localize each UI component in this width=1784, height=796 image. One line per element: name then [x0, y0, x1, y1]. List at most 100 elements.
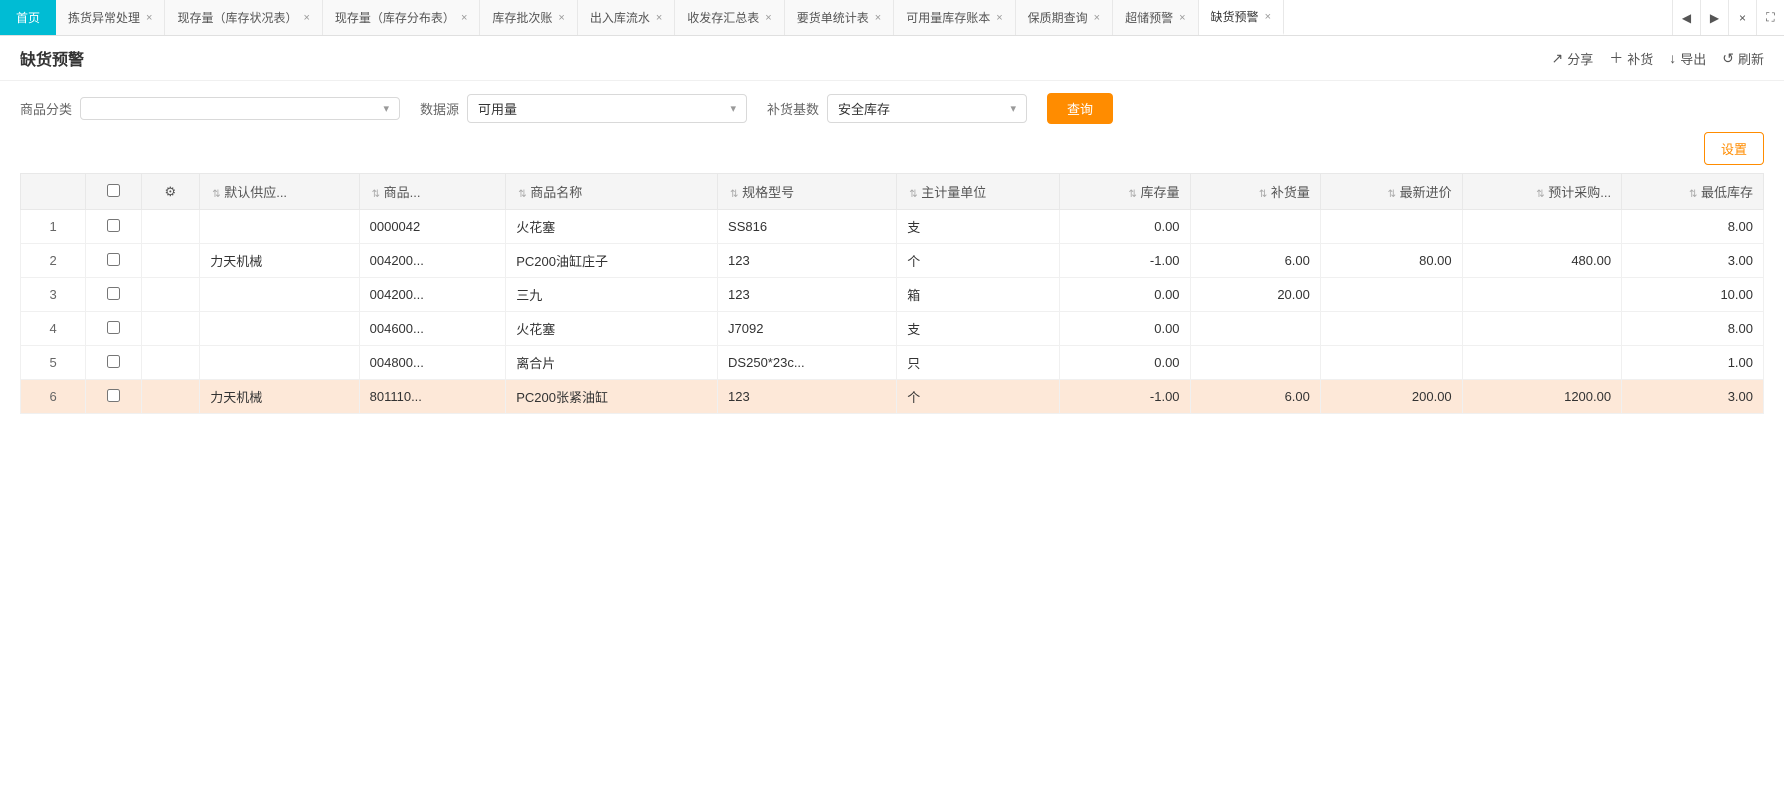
tab-scroll-prev[interactable]: ◀ [1672, 0, 1700, 36]
tab-receipt-label: 收发存汇总表 [687, 9, 759, 26]
cell-check-4[interactable] [86, 346, 141, 380]
th-unit[interactable]: ⇅ 主计量单位 [897, 174, 1060, 210]
th-minstock[interactable]: ⇅ 最低库存 [1622, 174, 1764, 210]
th-replenish-label: 补货量 [1271, 185, 1310, 200]
tab-available-close[interactable]: × [996, 12, 1002, 24]
query-button[interactable]: 查询 [1047, 93, 1113, 124]
table-row: 6 力天机械 801110... PC200张紧油缸 123 个 -1.00 6… [21, 380, 1764, 414]
cell-index-0: 1 [21, 210, 86, 244]
row-checkbox-1[interactable] [107, 253, 120, 266]
cell-price-2 [1320, 278, 1462, 312]
cell-supplier-0 [200, 210, 359, 244]
tab-inout[interactable]: 出入库流水 × [578, 0, 675, 35]
cell-check-0[interactable] [86, 210, 141, 244]
tab-batch-close[interactable]: × [558, 12, 564, 24]
th-name[interactable]: ⇅ 商品名称 [506, 174, 718, 210]
refresh-icon: ↺ [1722, 50, 1734, 67]
cell-settings-3 [141, 312, 200, 346]
th-purchase-sort-icon: ⇅ [1536, 189, 1544, 200]
select-all-checkbox[interactable] [107, 184, 120, 197]
tab-demand[interactable]: 要货单统计表 × [785, 0, 894, 35]
column-settings-icon[interactable]: ⚙ [165, 184, 177, 199]
tab-home[interactable]: 首页 [0, 0, 56, 35]
cell-stock-4: 0.00 [1060, 346, 1190, 380]
cell-index-1: 2 [21, 244, 86, 278]
tab-stock-dist-label: 现存量（库存分布表） [335, 9, 455, 26]
th-check[interactable] [86, 174, 141, 210]
cell-spec-5: 123 [718, 380, 897, 414]
tab-inout-close[interactable]: × [656, 12, 662, 24]
th-replenish-sort-icon: ⇅ [1259, 189, 1267, 200]
tab-stock-status-close[interactable]: × [303, 12, 309, 24]
cell-check-2[interactable] [86, 278, 141, 312]
cell-purchase-3 [1462, 312, 1621, 346]
cell-code-5: 801110... [359, 380, 506, 414]
tab-receipt[interactable]: 收发存汇总表 × [675, 0, 784, 35]
cell-minstock-3: 8.00 [1622, 312, 1764, 346]
row-checkbox-5[interactable] [107, 389, 120, 402]
tab-shortage[interactable]: 缺货预警 × [1199, 0, 1284, 35]
tab-overstock[interactable]: 超储预警 × [1113, 0, 1198, 35]
th-price[interactable]: ⇅ 最新进价 [1320, 174, 1462, 210]
cell-stock-1: -1.00 [1060, 244, 1190, 278]
datasource-select[interactable]: 可用量 ▾ [467, 94, 747, 123]
export-button[interactable]: ↓ 导出 [1669, 49, 1706, 68]
tab-abnormal-close[interactable]: × [146, 12, 152, 24]
tab-expiry[interactable]: 保质期查询 × [1016, 0, 1113, 35]
th-code[interactable]: ⇅ 商品... [359, 174, 506, 210]
tab-receipt-close[interactable]: × [765, 12, 771, 24]
cell-settings-2 [141, 278, 200, 312]
category-select[interactable]: ▾ [80, 97, 400, 120]
replenish-button[interactable]: ＋ 补货 [1609, 48, 1653, 68]
cell-check-3[interactable] [86, 312, 141, 346]
row-checkbox-4[interactable] [107, 355, 120, 368]
tab-available[interactable]: 可用量库存账本 × [894, 0, 1015, 35]
th-purchase[interactable]: ⇅ 预计采购... [1462, 174, 1621, 210]
tab-shortage-close[interactable]: × [1265, 11, 1271, 23]
cell-check-5[interactable] [86, 380, 141, 414]
cell-name-4: 离合片 [506, 346, 718, 380]
tab-close-current[interactable]: × [1728, 0, 1756, 36]
cell-code-3: 004600... [359, 312, 506, 346]
tab-scroll-next[interactable]: ▶ [1700, 0, 1728, 36]
base-select[interactable]: 安全库存 ▾ [827, 94, 1027, 123]
th-spec-sort-icon: ⇅ [730, 189, 738, 200]
tab-stock-dist-close[interactable]: × [461, 12, 467, 24]
cell-minstock-4: 1.00 [1622, 346, 1764, 380]
cell-minstock-0: 8.00 [1622, 210, 1764, 244]
row-checkbox-0[interactable] [107, 219, 120, 232]
th-purchase-label: 预计采购... [1548, 185, 1611, 200]
tab-abnormal-label: 拣货异常处理 [68, 9, 140, 26]
row-checkbox-2[interactable] [107, 287, 120, 300]
cell-supplier-3 [200, 312, 359, 346]
th-replenish[interactable]: ⇅ 补货量 [1190, 174, 1320, 210]
th-code-label: 商品... [384, 185, 421, 200]
tab-stock-dist[interactable]: 现存量（库存分布表） × [323, 0, 480, 35]
tab-fullscreen[interactable]: ⛶ [1756, 0, 1784, 36]
table-row: 4 004600... 火花塞 J7092 支 0.00 8.00 [21, 312, 1764, 346]
cell-check-1[interactable] [86, 244, 141, 278]
row-checkbox-3[interactable] [107, 321, 120, 334]
cell-index-5: 6 [21, 380, 86, 414]
th-supplier-label: 默认供应... [224, 185, 287, 200]
tab-abnormal[interactable]: 拣货异常处理 × [56, 0, 165, 35]
cell-unit-4: 只 [897, 346, 1060, 380]
refresh-button[interactable]: ↺ 刷新 [1722, 49, 1764, 68]
tab-expiry-close[interactable]: × [1094, 12, 1100, 24]
tab-available-label: 可用量库存账本 [906, 9, 990, 26]
th-stock[interactable]: ⇅ 库存量 [1060, 174, 1190, 210]
page-content: 缺货预警 ↗ 分享 ＋ 补货 ↓ 导出 ↺ 刷新 商品分类 [0, 36, 1784, 796]
th-supplier[interactable]: ⇅ 默认供应... [200, 174, 359, 210]
share-button[interactable]: ↗ 分享 [1551, 49, 1593, 68]
th-unit-label: 主计量单位 [921, 185, 986, 200]
tab-shortage-label: 缺货预警 [1211, 8, 1259, 25]
th-settings[interactable]: ⚙ [141, 174, 200, 210]
tab-demand-close[interactable]: × [875, 12, 881, 24]
table-row: 2 力天机械 004200... PC200油缸庄子 123 个 -1.00 6… [21, 244, 1764, 278]
tab-overstock-close[interactable]: × [1179, 12, 1185, 24]
settings-button[interactable]: 设置 [1704, 132, 1764, 165]
tab-batch[interactable]: 库存批次账 × [480, 0, 577, 35]
header-actions: ↗ 分享 ＋ 补货 ↓ 导出 ↺ 刷新 [1551, 48, 1764, 68]
th-spec[interactable]: ⇅ 规格型号 [718, 174, 897, 210]
tab-stock-status[interactable]: 现存量（库存状况表） × [165, 0, 322, 35]
